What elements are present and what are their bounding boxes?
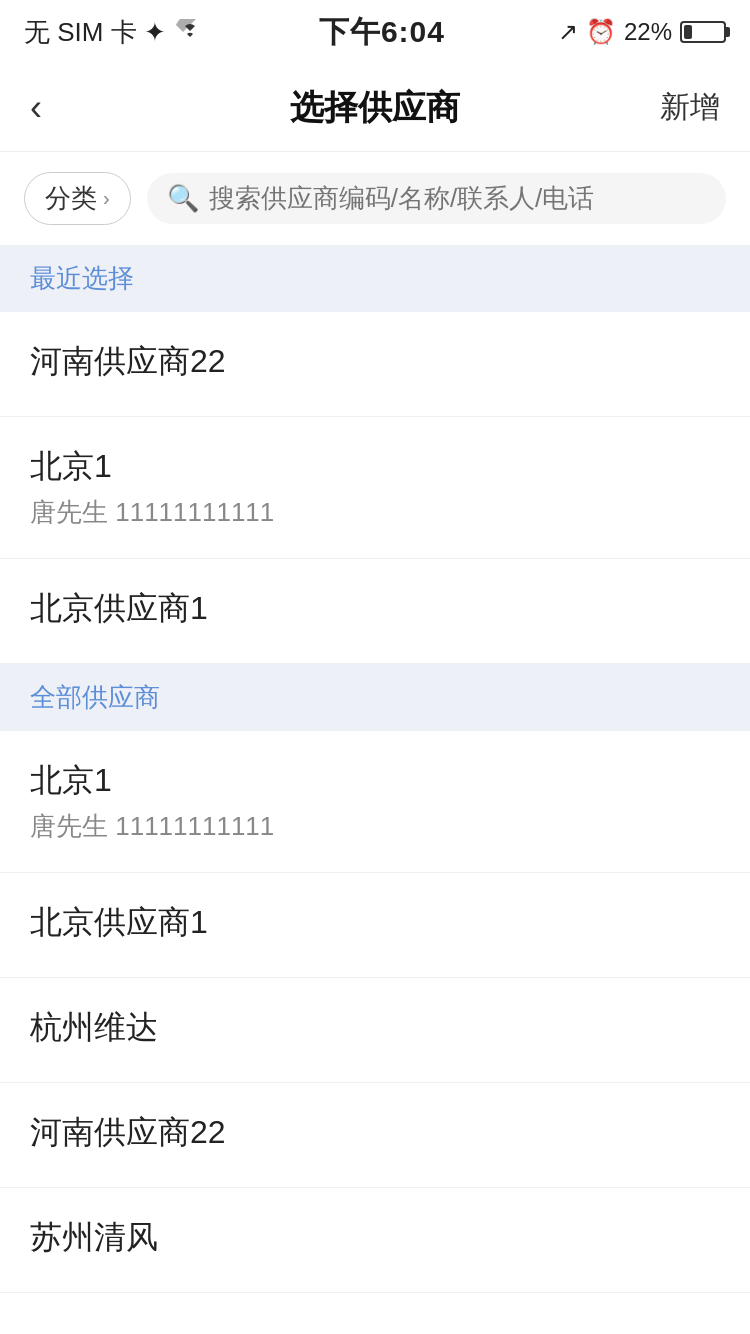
no-sim-text: 无 SIM 卡 ✦ <box>24 15 166 50</box>
supplier-name: 北京1 <box>30 445 720 489</box>
add-button[interactable]: 新增 <box>660 87 720 128</box>
status-time: 下午6:04 <box>319 12 445 53</box>
list-item[interactable]: 北京1 唐先生 11111111111 <box>0 731 750 873</box>
search-input[interactable] <box>209 183 706 214</box>
page-title: 选择供应商 <box>290 85 460 131</box>
status-right: ↗ ⏰ 22% <box>558 18 726 46</box>
list-item[interactable]: 河南供应商22 <box>0 1083 750 1188</box>
status-left: 无 SIM 卡 ✦ <box>24 15 206 50</box>
supplier-name: 北京1 <box>30 759 720 803</box>
wifi-icon <box>174 17 206 48</box>
list-item[interactable]: 北京供应商1 <box>0 559 750 664</box>
list-item[interactable]: 北京1 唐先生 11111111111 <box>0 417 750 559</box>
supplier-name: 河南供应商22 <box>30 1111 720 1155</box>
supplier-sub: 唐先生 11111111111 <box>30 809 720 844</box>
all-section-header: 全部供应商 <box>0 664 750 731</box>
list-item[interactable]: 苏州清风 <box>0 1188 750 1293</box>
supplier-name: 北京供应商1 <box>30 587 720 631</box>
battery-icon <box>680 21 726 43</box>
recent-items-list: 河南供应商22 北京1 唐先生 11111111111 北京供应商1 <box>0 312 750 664</box>
category-filter[interactable]: 分类 › <box>24 172 131 225</box>
all-items-list: 北京1 唐先生 11111111111 北京供应商1 杭州维达 河南供应商22 … <box>0 731 750 1293</box>
recent-section-header: 最近选择 <box>0 245 750 312</box>
list-item[interactable]: 河南供应商22 <box>0 312 750 417</box>
list-item[interactable]: 北京供应商1 <box>0 873 750 978</box>
supplier-sub: 唐先生 11111111111 <box>30 495 720 530</box>
supplier-name: 杭州维达 <box>30 1006 720 1050</box>
status-bar: 无 SIM 卡 ✦ 下午6:04 ↗ ⏰ 22% <box>0 0 750 64</box>
search-bar[interactable]: 🔍 <box>147 173 726 224</box>
search-icon: 🔍 <box>167 183 199 214</box>
battery-percent: 22% <box>624 18 672 46</box>
supplier-name: 河南供应商22 <box>30 340 720 384</box>
supplier-name: 北京供应商1 <box>30 901 720 945</box>
location-icon: ↗ <box>558 18 578 46</box>
alarm-icon: ⏰ <box>586 18 616 46</box>
chevron-right-icon: › <box>103 187 110 210</box>
category-label: 分类 <box>45 181 97 216</box>
back-button[interactable]: ‹ <box>30 87 90 129</box>
supplier-name: 苏州清风 <box>30 1216 720 1260</box>
recent-section-label: 最近选择 <box>30 263 134 293</box>
nav-bar: ‹ 选择供应商 新增 <box>0 64 750 152</box>
list-item[interactable]: 杭州维达 <box>0 978 750 1083</box>
all-section-label: 全部供应商 <box>30 682 160 712</box>
filter-bar: 分类 › 🔍 <box>0 152 750 245</box>
